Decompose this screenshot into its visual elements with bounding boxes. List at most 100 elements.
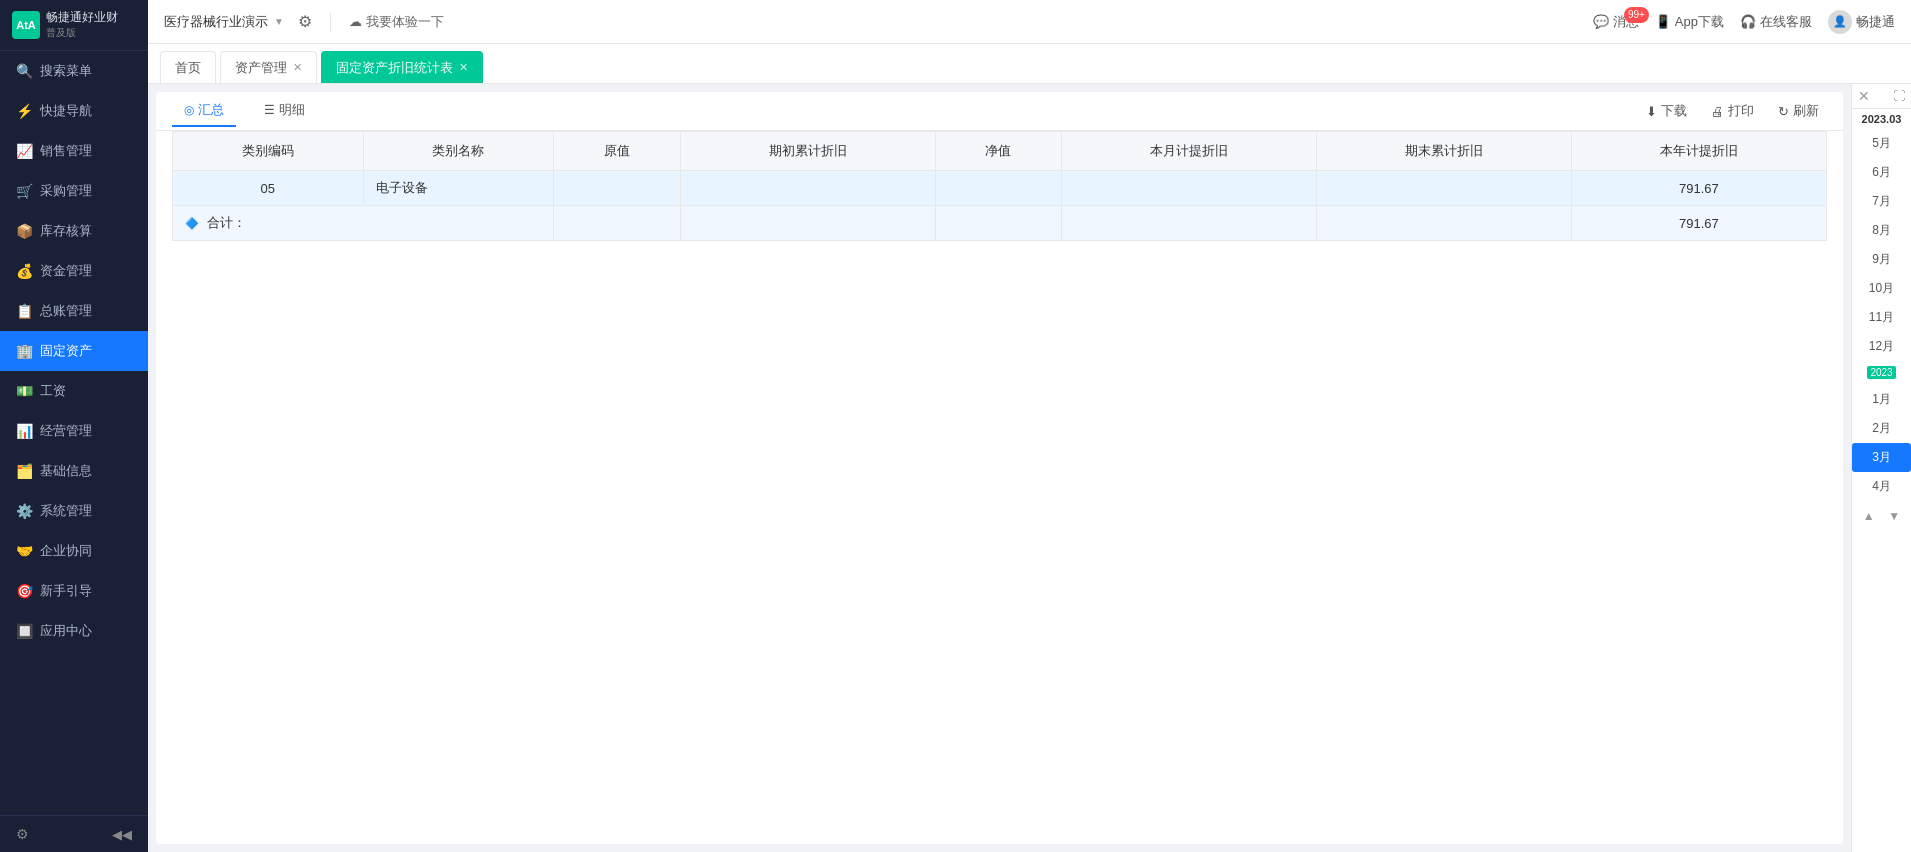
sidebar-item-ledger[interactable]: 📋 总账管理	[0, 291, 148, 331]
sidebar-item-salary[interactable]: 💵 工资	[0, 371, 148, 411]
message-button[interactable]: 💬 消息 99+	[1593, 13, 1639, 31]
col-header-month-dep: 本月计提折旧	[1061, 132, 1316, 171]
operations-icon: 📊	[16, 423, 32, 439]
month-item[interactable]: 5月	[1852, 129, 1911, 158]
sidebar-item-purchase[interactable]: 🛒 采购管理	[0, 171, 148, 211]
sidebar: AtA 畅捷通好业财 普及版 🔍 搜索菜单 ⚡ 快捷导航 📈 销售管理 🛒 采购…	[0, 0, 148, 852]
tab-depreciation-report[interactable]: 固定资产折旧统计表 ✕	[321, 51, 483, 83]
collab-icon: 🤝	[16, 543, 32, 559]
sidebar-item-guide[interactable]: 🎯 新手引导	[0, 571, 148, 611]
print-button[interactable]: 🖨 打印	[1703, 98, 1762, 124]
download-button[interactable]: 📱 App下载	[1655, 13, 1724, 31]
sidebar-item-app-center[interactable]: 🔲 应用中心	[0, 611, 148, 651]
user-menu[interactable]: 👤 畅捷通	[1828, 10, 1895, 34]
table-subtotal-row: 🔷 合计： 791.67	[173, 206, 1827, 241]
company-settings-icon[interactable]: ⚙	[298, 12, 312, 31]
month-item[interactable]: 6月	[1852, 158, 1911, 187]
sidebar-item-quicknav[interactable]: ⚡ 快捷导航	[0, 91, 148, 131]
app-logo: AtA 畅捷通好业财 普及版	[0, 0, 148, 51]
print-label: 打印	[1728, 102, 1754, 120]
subtotal-icon: 🔷	[185, 217, 199, 229]
month-item-jan[interactable]: 1月	[1852, 385, 1911, 414]
sidebar-item-finance[interactable]: 💰 资金管理	[0, 251, 148, 291]
cell-net	[935, 171, 1061, 206]
sidebar-item-inventory[interactable]: 📦 库存核算	[0, 211, 148, 251]
sidebar-item-basic-info[interactable]: 🗂️ 基础信息	[0, 451, 148, 491]
app-edition: 普及版	[46, 26, 118, 40]
month-item[interactable]: 7月	[1852, 187, 1911, 216]
sidebar-collapse-button[interactable]: ◀◀	[112, 827, 132, 842]
month-item[interactable]: 11月	[1852, 303, 1911, 332]
download-icon: 📱	[1655, 14, 1671, 29]
tab-home[interactable]: 首页	[160, 51, 216, 83]
cell-original	[554, 171, 680, 206]
sidebar-item-label: 新手引导	[40, 582, 92, 600]
month-item-feb[interactable]: 2月	[1852, 414, 1911, 443]
month-list: 5月 6月 7月 8月 9月 10月 11月 12月 2023 1月 2月 3月…	[1852, 129, 1911, 852]
refresh-label: 刷新	[1793, 102, 1819, 120]
download-label: 下载	[1661, 102, 1687, 120]
col-header-period-accum: 期初累计折旧	[680, 132, 935, 171]
sidebar-item-label: 总账管理	[40, 302, 92, 320]
month-item[interactable]: 9月	[1852, 245, 1911, 274]
topbar-right: 💬 消息 99+ 📱 App下载 🎧 在线客服 👤 畅捷通	[1593, 10, 1895, 34]
sidebar-item-search[interactable]: 🔍 搜索菜单	[0, 51, 148, 91]
topbar: 医疗器械行业演示 ▼ ⚙ ☁ 我要体验一下 💬 消息 99+ 📱 App下载 🎧…	[148, 0, 1911, 44]
quicknav-icon: ⚡	[16, 103, 32, 119]
tab-asset-management[interactable]: 资产管理 ✕	[220, 51, 317, 83]
cell-end-accum	[1316, 171, 1571, 206]
depreciation-table: 类别编码 类别名称 原值 期初累计折旧 净值 本月计提折旧 期末累计折旧 本年计…	[172, 131, 1827, 241]
scroll-down-icon[interactable]: ▼	[1884, 505, 1904, 527]
sub-tab-summary-label: 汇总	[198, 101, 224, 119]
cell-name: 电子设备	[363, 171, 554, 206]
service-button[interactable]: 🎧 在线客服	[1740, 13, 1812, 31]
experience-button[interactable]: ☁ 我要体验一下	[349, 13, 444, 31]
scroll-up-icon[interactable]: ▲	[1859, 505, 1879, 527]
finance-icon: 💰	[16, 263, 32, 279]
month-item[interactable]: 10月	[1852, 274, 1911, 303]
main-area: 医疗器械行业演示 ▼ ⚙ ☁ 我要体验一下 💬 消息 99+ 📱 App下载 🎧…	[148, 0, 1911, 852]
download-button[interactable]: ⬇ 下载	[1638, 98, 1695, 124]
sidebar-item-collab[interactable]: 🤝 企业协同	[0, 531, 148, 571]
date-panel-expand-icon[interactable]: ⛶	[1893, 89, 1905, 103]
sidebar-item-label: 应用中心	[40, 622, 92, 640]
fixed-assets-icon: 🏢	[16, 343, 32, 359]
col-header-original: 原值	[554, 132, 680, 171]
company-name: 医疗器械行业演示	[164, 13, 268, 31]
month-item-apr[interactable]: 4月	[1852, 472, 1911, 501]
sidebar-item-system[interactable]: ⚙️ 系统管理	[0, 491, 148, 531]
sidebar-item-label: 企业协同	[40, 542, 92, 560]
subtotal-text: 合计：	[207, 215, 246, 230]
service-label: 在线客服	[1760, 13, 1812, 31]
month-item[interactable]: 12月	[1852, 332, 1911, 361]
tab-home-label: 首页	[175, 59, 201, 77]
sub-tab-detail[interactable]: ☰ 明细	[252, 95, 317, 127]
tab-depreciation-close-icon[interactable]: ✕	[459, 61, 468, 74]
col-header-code: 类别编码	[173, 132, 364, 171]
sidebar-item-fixed-assets[interactable]: 🏢 固定资产	[0, 331, 148, 371]
tabs-bar: 首页 资产管理 ✕ 固定资产折旧统计表 ✕	[148, 44, 1911, 84]
company-selector[interactable]: 医疗器械行业演示 ▼	[164, 13, 284, 31]
refresh-icon: ↻	[1778, 104, 1789, 119]
refresh-button[interactable]: ↻ 刷新	[1770, 98, 1827, 124]
sub-tab-summary[interactable]: ◎ 汇总	[172, 95, 236, 127]
cell-period-accum	[680, 171, 935, 206]
basic-info-icon: 🗂️	[16, 463, 32, 479]
page-content: ◎ 汇总 ☰ 明细 ⬇ 下载 🖨 打印	[148, 84, 1911, 852]
settings-footer-icon[interactable]: ⚙	[16, 826, 29, 842]
sidebar-item-operations[interactable]: 📊 经营管理	[0, 411, 148, 451]
cell-month-dep	[1061, 171, 1316, 206]
month-item-mar[interactable]: 3月	[1852, 443, 1911, 472]
month-item[interactable]: 8月	[1852, 216, 1911, 245]
print-icon: 🖨	[1711, 104, 1724, 119]
table-wrapper: 类别编码 类别名称 原值 期初累计折旧 净值 本月计提折旧 期末累计折旧 本年计…	[156, 131, 1843, 844]
date-panel-close-icon[interactable]: ✕	[1858, 88, 1870, 104]
tab-asset-close-icon[interactable]: ✕	[293, 61, 302, 74]
subtotal-net	[935, 206, 1061, 241]
sidebar-item-label: 资金管理	[40, 262, 92, 280]
service-icon: 🎧	[1740, 14, 1756, 29]
experience-label: 我要体验一下	[366, 13, 444, 31]
sidebar-item-label: 销售管理	[40, 142, 92, 160]
sidebar-item-sales[interactable]: 📈 销售管理	[0, 131, 148, 171]
sidebar-item-label: 采购管理	[40, 182, 92, 200]
